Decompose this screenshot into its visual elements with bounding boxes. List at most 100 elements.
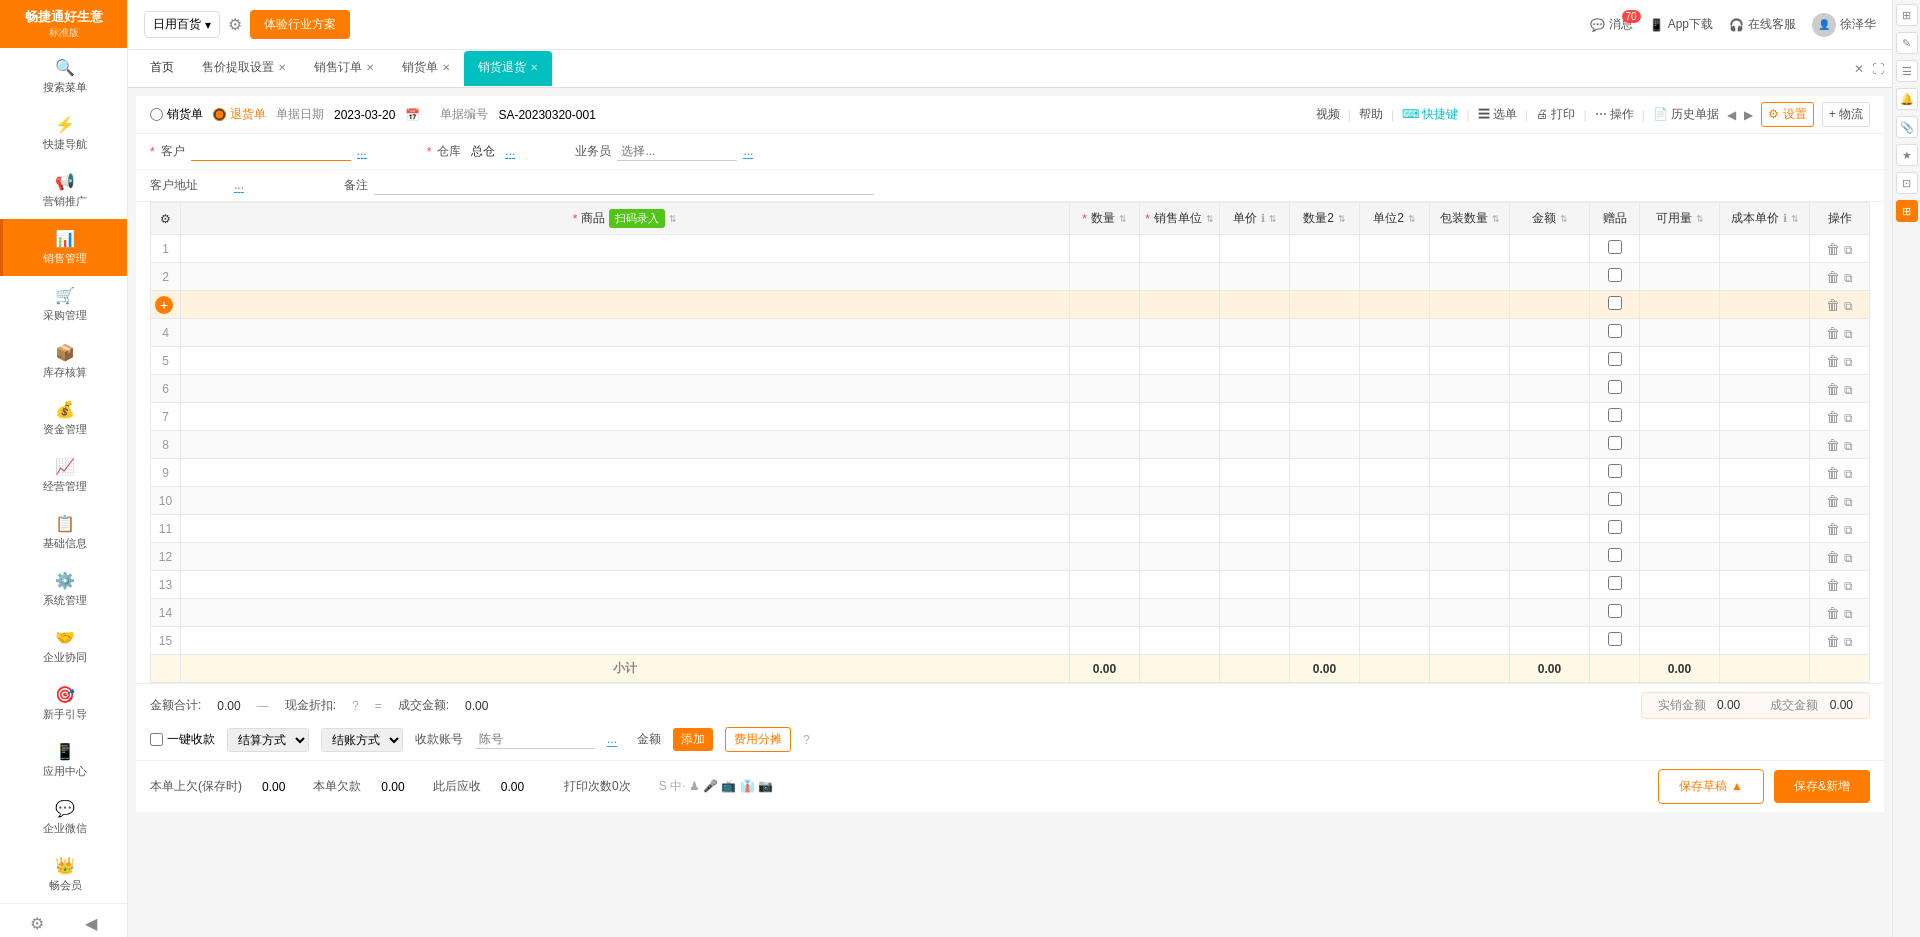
gift-checkbox-9[interactable] bbox=[1608, 464, 1622, 478]
cell-product-3[interactable] bbox=[181, 291, 1070, 319]
right-panel-btn3[interactable]: ☰ bbox=[1896, 60, 1918, 82]
select-btn[interactable]: ☰ 选单 bbox=[1478, 106, 1517, 123]
cell-amount-14[interactable] bbox=[1510, 599, 1590, 627]
cell-gift-10[interactable] bbox=[1590, 487, 1640, 515]
cell-pkgqty-2[interactable] bbox=[1430, 263, 1510, 291]
cell-unit2-7[interactable] bbox=[1360, 403, 1430, 431]
cell-pkgqty-15[interactable] bbox=[1430, 627, 1510, 655]
cell-price-5[interactable] bbox=[1220, 347, 1290, 375]
gift-checkbox-6[interactable] bbox=[1608, 380, 1622, 394]
add-row-btn[interactable]: + bbox=[155, 296, 173, 314]
industry-select[interactable]: 日用百货 ▾ bbox=[144, 11, 220, 38]
prev-doc-icon[interactable]: ◀ bbox=[1727, 108, 1736, 122]
note-input[interactable] bbox=[374, 176, 874, 195]
copy-icon-11[interactable]: ⧉ bbox=[1844, 523, 1853, 537]
cell-product-12[interactable] bbox=[181, 543, 1070, 571]
gift-checkbox-1[interactable] bbox=[1608, 240, 1622, 254]
th-settings[interactable]: ⚙ bbox=[151, 203, 181, 235]
cell-qty-14[interactable] bbox=[1070, 599, 1140, 627]
sidebar-item-guide[interactable]: 🎯新手引导 bbox=[0, 675, 127, 732]
cell-unit-6[interactable] bbox=[1140, 375, 1220, 403]
cell-avail-4[interactable] bbox=[1640, 319, 1720, 347]
cell-price-14[interactable] bbox=[1220, 599, 1290, 627]
cell-unit2-3[interactable] bbox=[1360, 291, 1430, 319]
cell-price-15[interactable] bbox=[1220, 627, 1290, 655]
cell-unit-2[interactable] bbox=[1140, 263, 1220, 291]
cell-unit2-15[interactable] bbox=[1360, 627, 1430, 655]
cell-qty2-4[interactable] bbox=[1290, 319, 1360, 347]
help-btn[interactable]: 帮助 bbox=[1359, 106, 1383, 123]
cell-unit2-12[interactable] bbox=[1360, 543, 1430, 571]
sidebar-item-operation[interactable]: 📈经营管理 bbox=[0, 447, 127, 504]
copy-icon-13[interactable]: ⧉ bbox=[1844, 579, 1853, 593]
copy-icon-10[interactable]: ⧉ bbox=[1844, 495, 1853, 509]
copy-icon-9[interactable]: ⧉ bbox=[1844, 467, 1853, 481]
cell-qty2-9[interactable] bbox=[1290, 459, 1360, 487]
warehouse-select-link[interactable]: ... bbox=[505, 144, 515, 159]
delete-icon-11[interactable]: 🗑 bbox=[1826, 521, 1840, 537]
shortcut-btn[interactable]: ⌨ 快捷键 bbox=[1402, 106, 1458, 123]
cell-price-6[interactable] bbox=[1220, 375, 1290, 403]
delete-icon-10[interactable]: 🗑 bbox=[1826, 493, 1840, 509]
cell-avail-1[interactable] bbox=[1640, 235, 1720, 263]
sidebar-settings-icon[interactable]: ⚙ bbox=[30, 914, 44, 933]
sidebar-item-system[interactable]: ⚙️系统管理 bbox=[0, 561, 127, 618]
sidebar-item-marketing[interactable]: 📢营销推广 bbox=[0, 162, 127, 219]
cell-amount-7[interactable] bbox=[1510, 403, 1590, 431]
cell-unit2-4[interactable] bbox=[1360, 319, 1430, 347]
cell-cost-10[interactable] bbox=[1720, 487, 1810, 515]
sort-icon-qty[interactable]: ⇅ bbox=[1119, 214, 1127, 224]
cell-unit2-2[interactable] bbox=[1360, 263, 1430, 291]
tab-close-icon[interactable]: ✕ bbox=[1854, 62, 1864, 76]
cell-gift-7[interactable] bbox=[1590, 403, 1640, 431]
delete-icon-8[interactable]: 🗑 bbox=[1826, 437, 1840, 453]
cell-avail-8[interactable] bbox=[1640, 431, 1720, 459]
one-click-payment-checkbox[interactable] bbox=[150, 733, 163, 746]
cell-qty2-10[interactable] bbox=[1290, 487, 1360, 515]
radio-return[interactable]: 退货单 bbox=[213, 106, 266, 123]
cell-pkgqty-6[interactable] bbox=[1430, 375, 1510, 403]
sidebar-item-sales[interactable]: 📊销售管理 bbox=[0, 219, 127, 276]
cell-qty-4[interactable] bbox=[1070, 319, 1140, 347]
history-btn[interactable]: 📄 历史单据 bbox=[1653, 106, 1719, 123]
cell-unit2-11[interactable] bbox=[1360, 515, 1430, 543]
cell-gift-12[interactable] bbox=[1590, 543, 1640, 571]
delete-icon-3[interactable]: 🗑 bbox=[1826, 297, 1840, 313]
tab-sale-delivery[interactable]: 销货单✕ bbox=[388, 51, 464, 86]
cell-unit-5[interactable] bbox=[1140, 347, 1220, 375]
cell-product-7[interactable] bbox=[181, 403, 1070, 431]
cell-cost-4[interactable] bbox=[1720, 319, 1810, 347]
cell-amount-15[interactable] bbox=[1510, 627, 1590, 655]
copy-icon-12[interactable]: ⧉ bbox=[1844, 551, 1853, 565]
cell-amount-4[interactable] bbox=[1510, 319, 1590, 347]
cell-product-11[interactable] bbox=[181, 515, 1070, 543]
cell-unit-1[interactable] bbox=[1140, 235, 1220, 263]
cell-avail-3[interactable] bbox=[1640, 291, 1720, 319]
cell-gift-6[interactable] bbox=[1590, 375, 1640, 403]
cell-price-8[interactable] bbox=[1220, 431, 1290, 459]
cell-unit2-1[interactable] bbox=[1360, 235, 1430, 263]
cell-cost-5[interactable] bbox=[1720, 347, 1810, 375]
sort-icon-price[interactable]: ⇅ bbox=[1269, 214, 1277, 224]
cell-avail-11[interactable] bbox=[1640, 515, 1720, 543]
cell-unit2-13[interactable] bbox=[1360, 571, 1430, 599]
sort-icon-qty2[interactable]: ⇅ bbox=[1338, 214, 1346, 224]
cell-product-15[interactable] bbox=[181, 627, 1070, 655]
cell-qty2-3[interactable] bbox=[1290, 291, 1360, 319]
sort-icon-unit[interactable]: ⇅ bbox=[1206, 214, 1214, 224]
cell-pkgqty-12[interactable] bbox=[1430, 543, 1510, 571]
right-panel-btn8[interactable]: ⊞ bbox=[1896, 200, 1918, 222]
customer-input[interactable] bbox=[191, 142, 351, 161]
cell-avail-12[interactable] bbox=[1640, 543, 1720, 571]
gift-checkbox-12[interactable] bbox=[1608, 548, 1622, 562]
cell-gift-13[interactable] bbox=[1590, 571, 1640, 599]
cell-amount-6[interactable] bbox=[1510, 375, 1590, 403]
cell-product-8[interactable] bbox=[181, 431, 1070, 459]
cell-unit2-8[interactable] bbox=[1360, 431, 1430, 459]
tab-sale-return[interactable]: 销货退货✕ bbox=[464, 51, 552, 86]
copy-icon-5[interactable]: ⧉ bbox=[1844, 355, 1853, 369]
right-panel-btn4[interactable]: 🔔 bbox=[1896, 88, 1918, 110]
cell-unit-8[interactable] bbox=[1140, 431, 1220, 459]
operate-btn[interactable]: ⋯ 操作 bbox=[1595, 106, 1634, 123]
sort-icon-cost[interactable]: ⇅ bbox=[1791, 214, 1799, 224]
